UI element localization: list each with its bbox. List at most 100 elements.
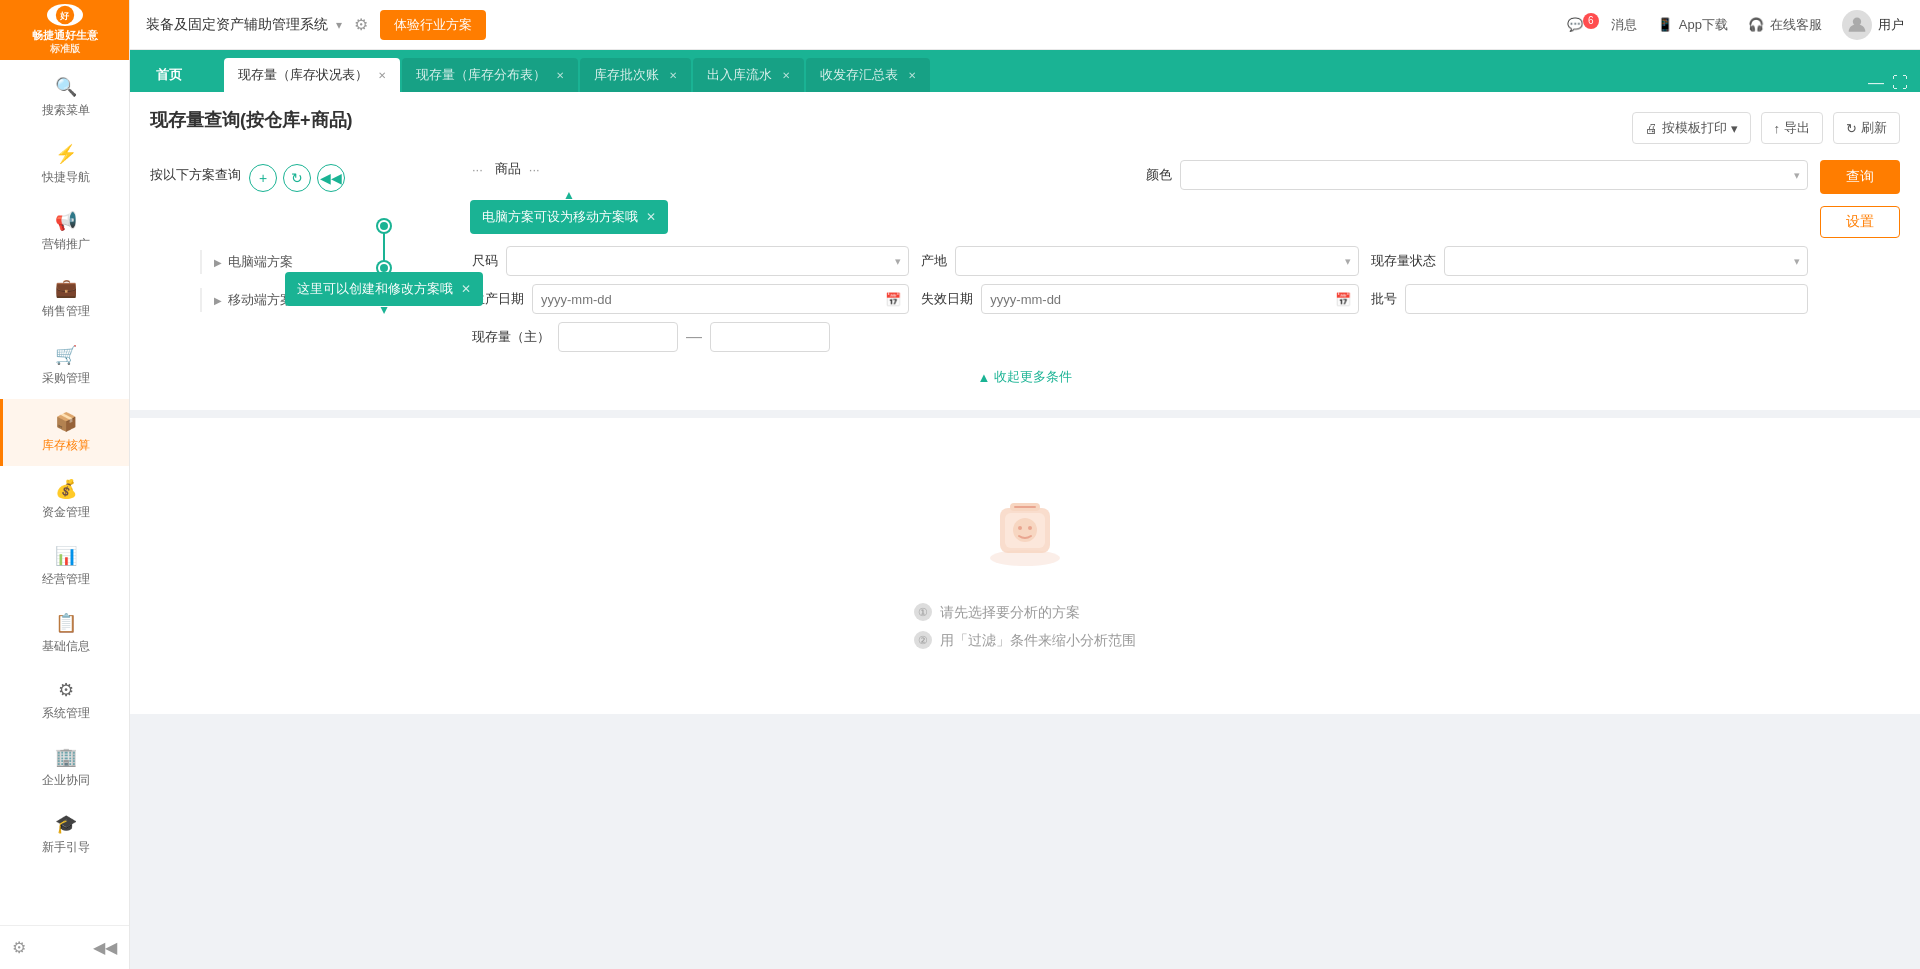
sidebar-item-enterprise[interactable]: 🏢 企业协同 bbox=[0, 734, 129, 801]
top-header: 装备及固定资产辅助管理系统 ▾ ⚙ 体验行业方案 💬 6 消息 📱 App下载 … bbox=[130, 0, 1920, 50]
print-button[interactable]: 🖨 按模板打印 ▾ bbox=[1632, 112, 1751, 144]
tab-stock-status[interactable]: 现存量（库存状况表） ✕ bbox=[224, 58, 400, 92]
online-service-action[interactable]: 🎧 在线客服 bbox=[1748, 16, 1822, 34]
btn-col: 查询 设置 bbox=[1820, 160, 1900, 238]
sidebar-label-system: 系统管理 bbox=[42, 705, 90, 722]
stock-status-select[interactable] bbox=[1444, 246, 1808, 276]
origin-select[interactable] bbox=[955, 246, 1358, 276]
headset-icon: 🎧 bbox=[1748, 17, 1764, 32]
message-action[interactable]: 💬 6 消息 bbox=[1567, 16, 1637, 34]
page-content: 现存量查询(按仓库+商品) 🖨 按模板打印 ▾ ↑ 导出 ↻ 刷新 bbox=[130, 92, 1920, 969]
tab-minimize-icon[interactable]: — bbox=[1868, 74, 1884, 92]
refresh-button[interactable]: ↻ 刷新 bbox=[1833, 112, 1900, 144]
tab-stock-batch[interactable]: 库存批次账 ✕ bbox=[580, 58, 691, 92]
tab-stock-flow-label: 出入库流水 bbox=[707, 66, 772, 84]
trial-button[interactable]: 体验行业方案 bbox=[380, 10, 486, 40]
color-label: 颜色 bbox=[1146, 166, 1172, 184]
tab-stock-summary-label: 收发存汇总表 bbox=[820, 66, 898, 84]
batch-input[interactable] bbox=[1405, 284, 1808, 314]
inventory-icon: 📦 bbox=[55, 411, 77, 433]
export-icon: ↑ bbox=[1774, 121, 1781, 136]
sidebar-item-search[interactable]: 🔍 搜索菜单 bbox=[0, 64, 129, 131]
user-area[interactable]: 用户 bbox=[1842, 10, 1904, 40]
back-scheme-button[interactable]: ◀◀ bbox=[317, 164, 345, 192]
expiry-date-label: 失效日期 bbox=[921, 290, 973, 308]
sidebar-item-marketing[interactable]: 📢 营销推广 bbox=[0, 198, 129, 265]
app-name: 畅捷通好生意 bbox=[32, 28, 98, 42]
tab-maximize-icon[interactable]: ⛶ bbox=[1892, 74, 1908, 92]
edit-tooltip-close[interactable]: ✕ bbox=[461, 282, 471, 296]
calendar-icon-manufacture: 📅 bbox=[885, 292, 901, 307]
tab-bar-right: — ⛶ bbox=[1868, 74, 1908, 92]
basic-icon: 📋 bbox=[55, 612, 77, 634]
sidebar-item-sales[interactable]: 💼 销售管理 bbox=[0, 265, 129, 332]
home-tab-label: 首页 bbox=[156, 66, 182, 84]
tab-home[interactable]: 首页 bbox=[142, 58, 222, 92]
sidebar-label-purchase: 采购管理 bbox=[42, 370, 90, 387]
shortcut-icon: ⚡ bbox=[55, 143, 77, 165]
operations-icon: 📊 bbox=[55, 545, 77, 567]
finance-icon: 💰 bbox=[55, 478, 77, 500]
tab-stock-summary[interactable]: 收发存汇总表 ✕ bbox=[806, 58, 930, 92]
system-title: 装备及固定资产辅助管理系统 ▾ bbox=[146, 16, 342, 34]
gear-icon[interactable]: ⚙ bbox=[354, 15, 368, 34]
qty-dash: — bbox=[686, 328, 702, 346]
tab-close-stock-batch[interactable]: ✕ bbox=[669, 70, 677, 81]
filter-panel: 现存量查询(按仓库+商品) 🖨 按模板打印 ▾ ↑ 导出 ↻ 刷新 bbox=[130, 92, 1920, 410]
sidebar-bottom: ⚙ ◀◀ bbox=[0, 925, 129, 969]
sidebar-item-purchase[interactable]: 🛒 采购管理 bbox=[0, 332, 129, 399]
goods-label: 商品 bbox=[495, 160, 521, 178]
app-logo: 好 畅捷通好生意 标准版 bbox=[0, 0, 129, 60]
app-download-label: App下载 bbox=[1679, 16, 1728, 34]
sidebar-item-operations[interactable]: 📊 经营管理 bbox=[0, 533, 129, 600]
sidebar-label-sales: 销售管理 bbox=[42, 303, 90, 320]
manufacture-date-input[interactable] bbox=[532, 284, 909, 314]
sidebar-item-finance[interactable]: 💰 资金管理 bbox=[0, 466, 129, 533]
scheme-tree: ▶ 电脑端方案 bbox=[200, 250, 460, 274]
empty-state: ① 请先选择要分析的方案 ② 用「过滤」条件来缩小分析范围 bbox=[130, 418, 1920, 714]
sidebar-item-guide[interactable]: 🎓 新手引导 bbox=[0, 801, 129, 868]
search-button[interactable]: 查询 bbox=[1820, 160, 1900, 194]
sidebar-label-basic: 基础信息 bbox=[42, 638, 90, 655]
export-button[interactable]: ↑ 导出 bbox=[1761, 112, 1824, 144]
sidebar-label-inventory: 库存核算 bbox=[42, 437, 90, 454]
collapse-bar[interactable]: ▲ 收起更多条件 bbox=[150, 360, 1900, 394]
color-select[interactable] bbox=[1180, 160, 1808, 190]
filter-label: 按以下方案查询 bbox=[150, 160, 241, 184]
settings-icon[interactable]: ⚙ bbox=[12, 938, 26, 957]
tab-close-stock-summary[interactable]: ✕ bbox=[908, 70, 916, 81]
desktop-scheme-label: 电脑端方案 bbox=[228, 253, 293, 271]
refresh-scheme-button[interactable]: ↻ bbox=[283, 164, 311, 192]
enterprise-icon: 🏢 bbox=[55, 746, 77, 768]
marketing-icon: 📢 bbox=[55, 210, 77, 232]
message-label: 消息 bbox=[1611, 16, 1637, 34]
refresh-label: 刷新 bbox=[1861, 119, 1887, 137]
tab-close-stock-flow[interactable]: ✕ bbox=[782, 70, 790, 81]
sidebar-item-basic[interactable]: 📋 基础信息 bbox=[0, 600, 129, 667]
sidebar-item-inventory[interactable]: 📦 库存核算 bbox=[0, 399, 129, 466]
sidebar-item-system[interactable]: ⚙ 系统管理 bbox=[0, 667, 129, 734]
scheme-tooltip-popup: 电脑方案可设为移动方案哦 ✕ bbox=[470, 200, 668, 234]
collapse-icon[interactable]: ◀◀ bbox=[93, 938, 117, 957]
scheme-tooltip-close[interactable]: ✕ bbox=[646, 210, 656, 224]
reset-button[interactable]: 设置 bbox=[1820, 206, 1900, 238]
tab-close-stock-status[interactable]: ✕ bbox=[378, 70, 386, 81]
tab-close-stock-dist[interactable]: ✕ bbox=[556, 70, 564, 81]
qty-to-input[interactable] bbox=[710, 322, 830, 352]
scheme-tree-desktop[interactable]: ▶ 电脑端方案 bbox=[214, 250, 460, 274]
qty-from-input[interactable] bbox=[558, 322, 678, 352]
refresh-icon: ↻ bbox=[1846, 121, 1857, 136]
calendar-icon-expiry: 📅 bbox=[1335, 292, 1351, 307]
add-scheme-button[interactable]: + bbox=[249, 164, 277, 192]
expiry-date-input[interactable] bbox=[981, 284, 1358, 314]
collapse-arrow-icon: ▲ bbox=[978, 370, 991, 385]
sidebar-item-shortcut[interactable]: ⚡ 快捷导航 bbox=[0, 131, 129, 198]
app-download-action[interactable]: 📱 App下载 bbox=[1657, 16, 1728, 34]
mobile-scheme-label: 移动端方案 bbox=[228, 291, 293, 309]
sidebar-label-finance: 资金管理 bbox=[42, 504, 90, 521]
tree-arrow-desktop: ▶ bbox=[214, 257, 222, 268]
tab-stock-dist[interactable]: 现存量（库存分布表） ✕ bbox=[402, 58, 578, 92]
size-select[interactable] bbox=[506, 246, 909, 276]
header-right: 💬 6 消息 📱 App下载 🎧 在线客服 用户 bbox=[1567, 10, 1904, 40]
tab-stock-flow[interactable]: 出入库流水 ✕ bbox=[693, 58, 804, 92]
